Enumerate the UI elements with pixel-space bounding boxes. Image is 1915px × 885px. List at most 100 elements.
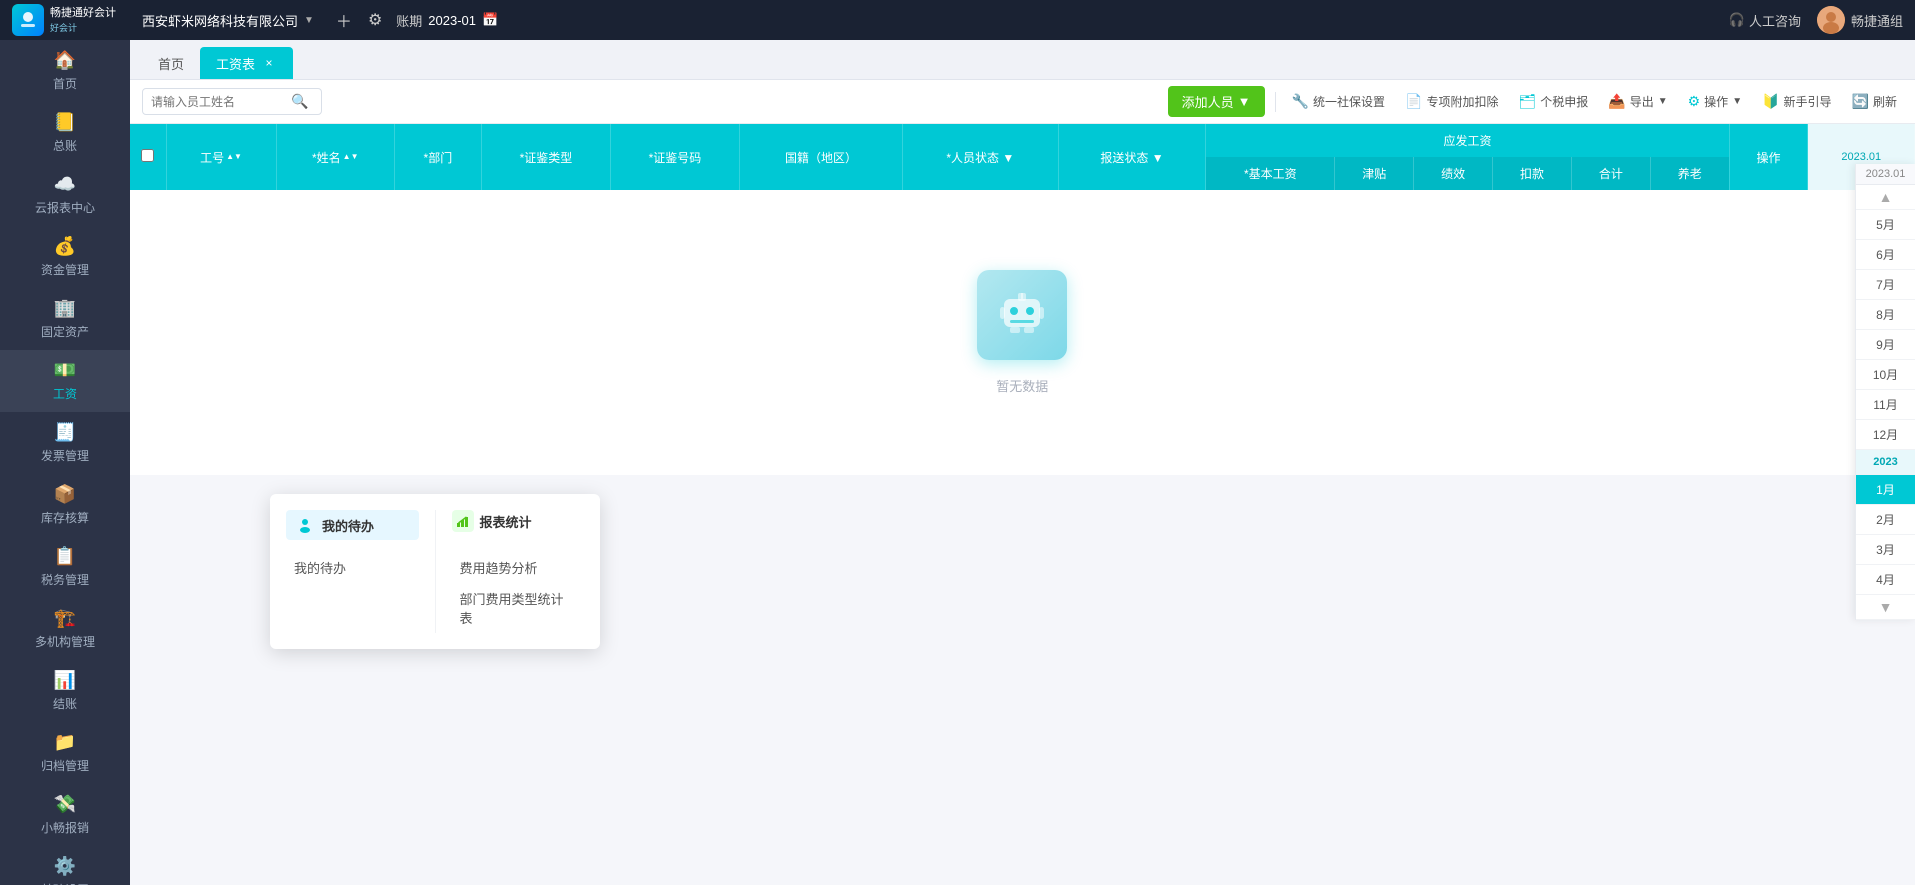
tax-icon: 📋	[54, 546, 76, 567]
popup-cost-trend[interactable]: 费用趋势分析	[452, 552, 585, 583]
sidebar-item-invoice[interactable]: 🧾 发票管理	[0, 412, 130, 474]
new-guide-action[interactable]: 🔰 新手引导	[1756, 89, 1837, 114]
sort-number[interactable]: 工号 ▲▼	[200, 149, 242, 166]
sidebar-item-salary[interactable]: 💵 工资	[0, 350, 130, 412]
tab-close-button[interactable]: ×	[261, 55, 277, 71]
tab-home-label: 首页	[158, 54, 184, 73]
ledger-icon: 📒	[54, 112, 76, 133]
sidebar-label-fixed: 固定资产	[41, 323, 89, 340]
tax-deduction-action[interactable]: 📄 专项附加扣除	[1399, 89, 1504, 114]
month-item-8[interactable]: 8月	[1856, 300, 1915, 330]
export-label: 导出	[1630, 93, 1654, 110]
calendar-icon[interactable]: 📅	[482, 12, 498, 28]
sidebar-item-ledger[interactable]: 📒 总账	[0, 102, 130, 164]
company-selector[interactable]: 西安虾米网络科技有限公司 ▼	[142, 11, 314, 30]
th-dept: *部门	[394, 124, 481, 190]
logo-main-text: 畅捷通好会计	[50, 6, 116, 20]
personal-tax-label: 个税申报	[1540, 93, 1588, 110]
month-item-year-2023: 2023	[1856, 450, 1915, 475]
th-bonus: 绩效	[1414, 157, 1493, 190]
sidebar-item-inventory[interactable]: 📦 库存核算	[0, 474, 130, 536]
month-item-9[interactable]: 9月	[1856, 330, 1915, 360]
add-button[interactable]: ＋	[332, 6, 356, 34]
month-item-1[interactable]: 1月	[1856, 475, 1915, 505]
tab-salary[interactable]: 工资表 ×	[200, 47, 293, 79]
inventory-icon: 📦	[54, 484, 76, 505]
sidebar-label-basic: 基础设置	[41, 881, 89, 885]
social-insurance-label: 统一社保设置	[1313, 93, 1385, 110]
service-button[interactable]: 🎧 人工咨询	[1729, 11, 1801, 30]
top-right: 🎧 人工咨询 畅捷通组	[1729, 6, 1903, 34]
sort-arrows-name: ▲▼	[343, 153, 359, 161]
month-item-11[interactable]: 11月	[1856, 390, 1915, 420]
month-item-2[interactable]: 2月	[1856, 505, 1915, 535]
refresh-action[interactable]: 🔄 刷新	[1846, 89, 1903, 114]
popup-dept-cost[interactable]: 部门费用类型统计表	[452, 583, 585, 633]
search-wrapper: 🔍	[142, 88, 322, 115]
search-icon: 🔍	[291, 93, 308, 110]
th-base-salary: *基本工资	[1206, 157, 1335, 190]
search-input[interactable]	[151, 95, 291, 109]
personal-tax-action[interactable]: 🗂 个税申报	[1512, 89, 1594, 114]
sidebar-item-tax[interactable]: 📋 税务管理	[0, 536, 130, 598]
popup-report-header: 报表统计	[452, 510, 585, 540]
th-allowance: 津贴	[1335, 157, 1414, 190]
sidebar-item-basic[interactable]: ⚙️ 基础设置	[0, 846, 130, 885]
month-nav-up[interactable]: ▲	[1856, 185, 1915, 210]
empty-state: 暂无数据	[130, 190, 1915, 475]
month-item-4[interactable]: 4月	[1856, 565, 1915, 595]
sidebar-item-archive[interactable]: 📁 归档管理	[0, 722, 130, 784]
add-people-button[interactable]: 添加人员 ▼	[1168, 86, 1265, 117]
sidebar-item-fixed-asset[interactable]: 🏢 固定资产	[0, 288, 130, 350]
month-item-7[interactable]: 7月	[1856, 270, 1915, 300]
sidebar-item-settle[interactable]: 📊 结账	[0, 660, 130, 722]
filter-person-icon[interactable]: ▼	[1002, 151, 1014, 165]
company-dropdown-icon: ▼	[304, 15, 314, 26]
sidebar-item-multi-org[interactable]: 🏗️ 多机构管理	[0, 598, 130, 660]
sidebar-label-inventory: 库存核算	[41, 509, 89, 526]
sidebar-item-home[interactable]: 🏠 首页	[0, 40, 130, 102]
new-guide-icon: 🔰	[1762, 93, 1779, 110]
select-all-checkbox[interactable]	[141, 149, 154, 162]
th-checkbox[interactable]	[130, 124, 166, 190]
month-item-12[interactable]: 12月	[1856, 420, 1915, 450]
popup-report-section: 报表统计 费用趋势分析 部门费用类型统计表	[452, 510, 585, 633]
month-item-10[interactable]: 10月	[1856, 360, 1915, 390]
tab-salary-label: 工资表	[216, 54, 255, 73]
sidebar-label-archive: 归档管理	[41, 757, 89, 774]
todo-section-icon	[294, 514, 316, 536]
operation-action[interactable]: ⚙ 操作 ▼	[1682, 89, 1748, 114]
filter-report-icon[interactable]: ▼	[1152, 151, 1164, 165]
export-dropdown-icon: ▼	[1658, 96, 1668, 107]
cloud-icon: ☁️	[54, 174, 76, 195]
archive-icon: 📁	[54, 732, 76, 753]
company-name: 西安虾米网络科技有限公司	[142, 11, 298, 30]
fund-icon: 💰	[54, 236, 76, 257]
user-area[interactable]: 畅捷通组	[1817, 6, 1903, 34]
sidebar-label-multi: 多机构管理	[35, 633, 95, 650]
sidebar-item-fund[interactable]: 💰 资金管理	[0, 226, 130, 288]
user-avatar	[1817, 6, 1845, 34]
divider-1	[1275, 92, 1276, 112]
sidebar-item-expense[interactable]: 💸 小畅报销	[0, 784, 130, 846]
month-item-5[interactable]: 5月	[1856, 210, 1915, 240]
popup-divider	[435, 510, 436, 633]
export-action[interactable]: 📤 导出 ▼	[1602, 89, 1673, 114]
expense-icon: 💸	[54, 794, 76, 815]
sidebar-item-cloud-report[interactable]: ☁️ 云报表中心	[0, 164, 130, 226]
popup-todo-section: 我的待办 我的待办	[286, 510, 419, 633]
popup-my-todo[interactable]: 我的待办	[286, 552, 419, 583]
settings-button[interactable]: ⚙	[364, 8, 386, 32]
month-nav-down[interactable]: ▼	[1856, 595, 1915, 620]
fixed-asset-icon: 🏢	[54, 298, 76, 319]
sort-arrows-number: ▲▼	[226, 153, 242, 161]
sidebar-label-expense: 小畅报销	[41, 819, 89, 836]
month-item-3[interactable]: 3月	[1856, 535, 1915, 565]
social-insurance-action[interactable]: 🔧 统一社保设置	[1286, 89, 1391, 114]
month-item-6[interactable]: 6月	[1856, 240, 1915, 270]
th-operation: 操作	[1729, 124, 1808, 190]
sort-name[interactable]: *姓名 ▲▼	[312, 149, 359, 166]
tab-home[interactable]: 首页	[142, 47, 200, 79]
logo-area: 畅捷通好会计 好会计	[12, 4, 132, 36]
empty-icon	[977, 270, 1067, 360]
